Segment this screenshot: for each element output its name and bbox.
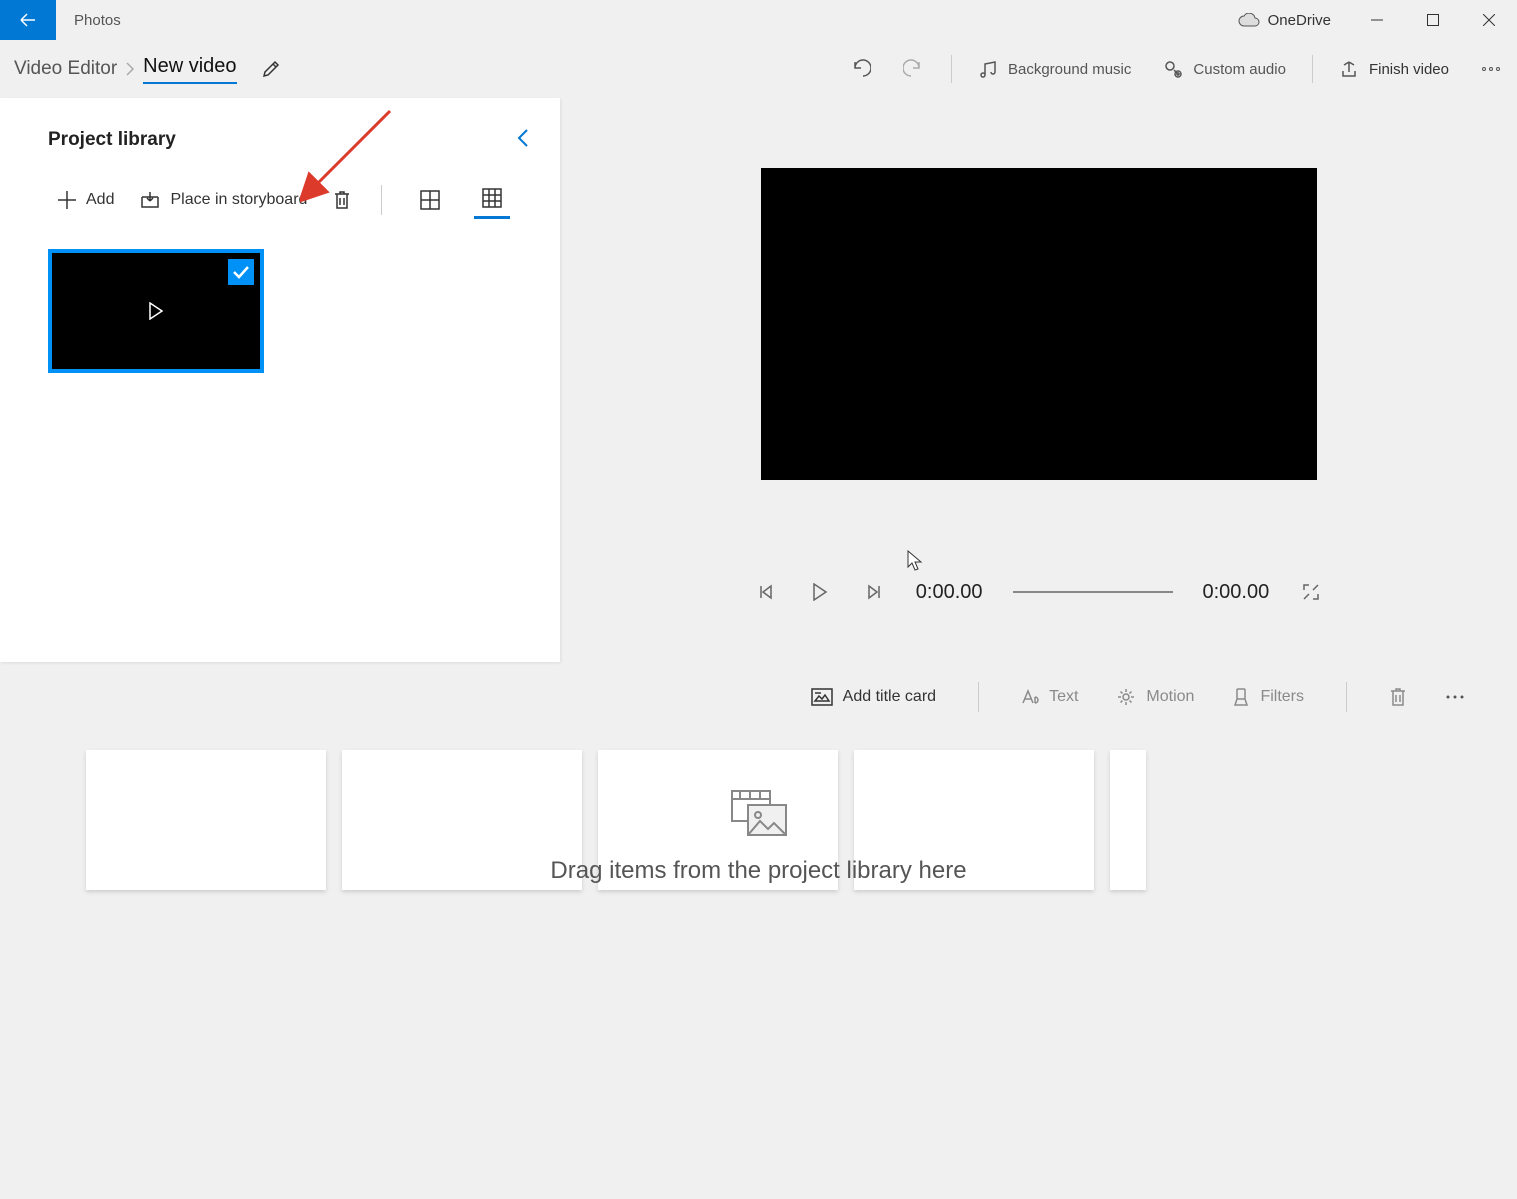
app-title: Photos [56,0,121,40]
expand-icon [1302,583,1320,601]
motion-label: Motion [1146,688,1194,706]
storyboard-slot[interactable] [1110,750,1146,890]
total-time: 0:00.00 [1203,581,1270,604]
text-icon [1021,688,1039,706]
redo-button[interactable] [887,40,941,98]
breadcrumb-root[interactable]: Video Editor [14,58,117,80]
rename-button[interactable] [251,49,291,89]
step-back-icon [758,584,774,600]
add-title-card-label: Add title card [843,688,936,706]
chevron-right-icon [125,62,135,76]
text-button[interactable]: Text [1009,688,1090,706]
library-clip-thumbnail[interactable] [48,249,264,373]
storyboard-empty-message: Drag items from the project library here [550,789,966,885]
custom-audio-icon [1163,59,1183,79]
grid-large-button[interactable] [412,182,448,218]
back-button[interactable] [0,0,56,40]
project-library-title: Project library [48,129,176,151]
preview-canvas [761,168,1317,480]
project-library-panel: Project library Add Place in storyboard [0,98,560,662]
motion-button[interactable]: Motion [1104,687,1206,707]
custom-audio-button[interactable]: Custom audio [1147,40,1302,98]
cloud-icon [1238,13,1260,27]
previous-frame-button[interactable] [754,580,778,604]
fullscreen-button[interactable] [1299,580,1323,604]
motion-icon [1116,687,1136,707]
place-icon [140,191,160,209]
delete-button[interactable] [333,190,351,210]
breadcrumb-current: New video [143,55,236,84]
background-music-button[interactable]: Background music [962,40,1147,98]
trash-icon [333,190,351,210]
close-button[interactable] [1461,0,1517,40]
trash-icon [1389,687,1407,707]
separator [978,682,979,712]
finish-video-label: Finish video [1369,61,1449,78]
undo-button[interactable] [833,40,887,98]
play-icon [812,583,828,601]
next-frame-button[interactable] [862,580,886,604]
background-music-label: Background music [1008,61,1131,78]
filters-icon [1232,687,1250,707]
plus-icon [58,191,76,209]
media-icon [730,789,788,839]
grid-small-button[interactable] [474,180,510,219]
breadcrumb: Video Editor New video [0,55,237,84]
minimize-button[interactable] [1349,0,1405,40]
collapse-library-button[interactable] [516,128,530,152]
custom-audio-label: Custom audio [1193,61,1286,78]
separator [381,185,382,215]
pencil-icon [261,59,281,79]
separator [1312,55,1313,83]
maximize-button[interactable] [1405,0,1461,40]
storyboard-slot[interactable] [342,750,582,890]
place-label: Place in storyboard [170,191,307,209]
ellipsis-icon [1481,66,1501,72]
storyboard-drop-area[interactable]: Drag items from the project library here [0,732,1517,942]
export-icon [1339,59,1359,79]
add-button[interactable]: Add [58,191,114,209]
ellipsis-icon [1445,694,1465,700]
current-time: 0:00.00 [916,581,983,604]
redo-icon [903,58,925,80]
add-title-card-button[interactable]: Add title card [799,688,948,706]
place-in-storyboard-button[interactable]: Place in storyboard [140,191,307,209]
grid-2x2-icon [420,190,440,210]
filters-button[interactable]: Filters [1220,687,1316,707]
storyboard-more-button[interactable] [1433,694,1477,700]
title-card-icon [811,688,833,706]
add-label: Add [86,191,114,209]
check-icon [232,265,250,279]
music-icon [978,59,998,79]
storyboard-slot[interactable] [86,750,326,890]
seek-bar[interactable] [1013,591,1173,593]
onedrive-button[interactable]: OneDrive [1220,0,1349,40]
step-forward-icon [866,584,882,600]
grid-3x3-icon [482,188,502,208]
play-button[interactable] [808,580,832,604]
play-icon [148,302,164,320]
text-label: Text [1049,688,1078,706]
onedrive-label: OneDrive [1268,12,1331,29]
separator [1346,682,1347,712]
storyboard-delete-button[interactable] [1377,687,1419,707]
chevron-left-icon [516,128,530,148]
filters-label: Filters [1260,688,1304,706]
more-button[interactable] [1465,40,1517,98]
selected-check [228,259,254,285]
separator [951,55,952,83]
undo-icon [849,58,871,80]
finish-video-button[interactable]: Finish video [1323,40,1465,98]
